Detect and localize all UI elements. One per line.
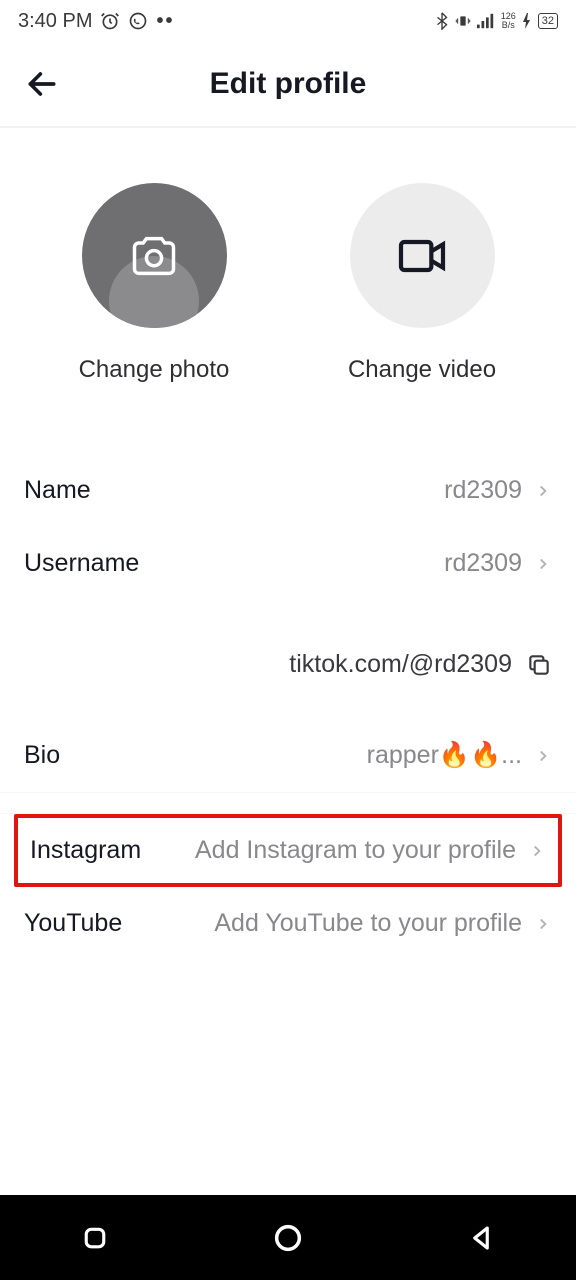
name-value: rd2309 bbox=[444, 476, 522, 505]
chevron-right-icon bbox=[534, 555, 552, 573]
whatsapp-icon bbox=[128, 11, 148, 31]
name-label: Name bbox=[24, 476, 91, 505]
video-circle bbox=[350, 183, 495, 328]
chevron-right-icon bbox=[528, 842, 546, 860]
page-title: Edit profile bbox=[210, 67, 367, 101]
youtube-label: YouTube bbox=[24, 909, 122, 938]
section-gap bbox=[0, 792, 576, 814]
nav-back-button[interactable] bbox=[466, 1223, 496, 1253]
profile-url: tiktok.com/@rd2309 bbox=[289, 650, 512, 679]
name-row[interactable]: Name rd2309 bbox=[0, 454, 576, 527]
network-rate: 126 B/s bbox=[501, 12, 516, 30]
system-nav-bar bbox=[0, 1195, 576, 1280]
profile-fields-list: Name rd2309 Username rd2309 tiktok.com/@… bbox=[0, 424, 576, 960]
instagram-label: Instagram bbox=[30, 836, 141, 865]
camera-icon bbox=[128, 230, 180, 282]
username-label: Username bbox=[24, 549, 139, 578]
battery-indicator: 32 bbox=[538, 13, 558, 29]
profile-url-row: tiktok.com/@rd2309 bbox=[0, 600, 576, 719]
bio-row[interactable]: Bio rapper🔥🔥... bbox=[0, 719, 576, 792]
status-right: 126 B/s 32 bbox=[435, 12, 558, 30]
change-video-button[interactable]: Change video bbox=[312, 183, 532, 384]
change-photo-button[interactable]: Change photo bbox=[44, 183, 264, 384]
youtube-value: Add YouTube to your profile bbox=[214, 909, 522, 938]
signal-icon bbox=[477, 13, 495, 29]
status-time: 3:40 PM bbox=[18, 10, 92, 33]
header: Edit profile bbox=[0, 42, 576, 126]
alarm-icon bbox=[100, 11, 120, 31]
nav-recent-button[interactable] bbox=[80, 1223, 110, 1253]
username-value: rd2309 bbox=[444, 549, 522, 578]
back-button[interactable] bbox=[22, 64, 62, 104]
chevron-right-icon bbox=[534, 915, 552, 933]
instagram-row[interactable]: Instagram Add Instagram to your profile bbox=[14, 814, 562, 887]
photo-avatar-circle bbox=[82, 183, 227, 328]
change-photo-label: Change photo bbox=[79, 356, 230, 384]
chevron-right-icon bbox=[534, 482, 552, 500]
username-row[interactable]: Username rd2309 bbox=[0, 527, 576, 600]
video-icon bbox=[394, 228, 450, 284]
youtube-row[interactable]: YouTube Add YouTube to your profile bbox=[0, 887, 576, 960]
charging-icon bbox=[522, 13, 532, 29]
media-section: Change photo Change video bbox=[0, 128, 576, 424]
status-bar: 3:40 PM •• 126 B/s 32 bbox=[0, 0, 576, 42]
bluetooth-icon bbox=[435, 12, 449, 30]
change-video-label: Change video bbox=[348, 356, 496, 384]
copy-icon bbox=[526, 652, 552, 678]
vibrate-icon bbox=[455, 13, 471, 29]
more-notifications-icon: •• bbox=[156, 10, 174, 33]
copy-url-button[interactable] bbox=[526, 652, 552, 678]
network-rate-bottom: B/s bbox=[502, 21, 515, 30]
bio-value: rapper🔥🔥... bbox=[367, 741, 522, 770]
status-left: 3:40 PM •• bbox=[18, 10, 175, 33]
instagram-value: Add Instagram to your profile bbox=[195, 836, 516, 865]
bio-label: Bio bbox=[24, 741, 60, 770]
nav-home-button[interactable] bbox=[271, 1221, 305, 1255]
chevron-right-icon bbox=[534, 747, 552, 765]
